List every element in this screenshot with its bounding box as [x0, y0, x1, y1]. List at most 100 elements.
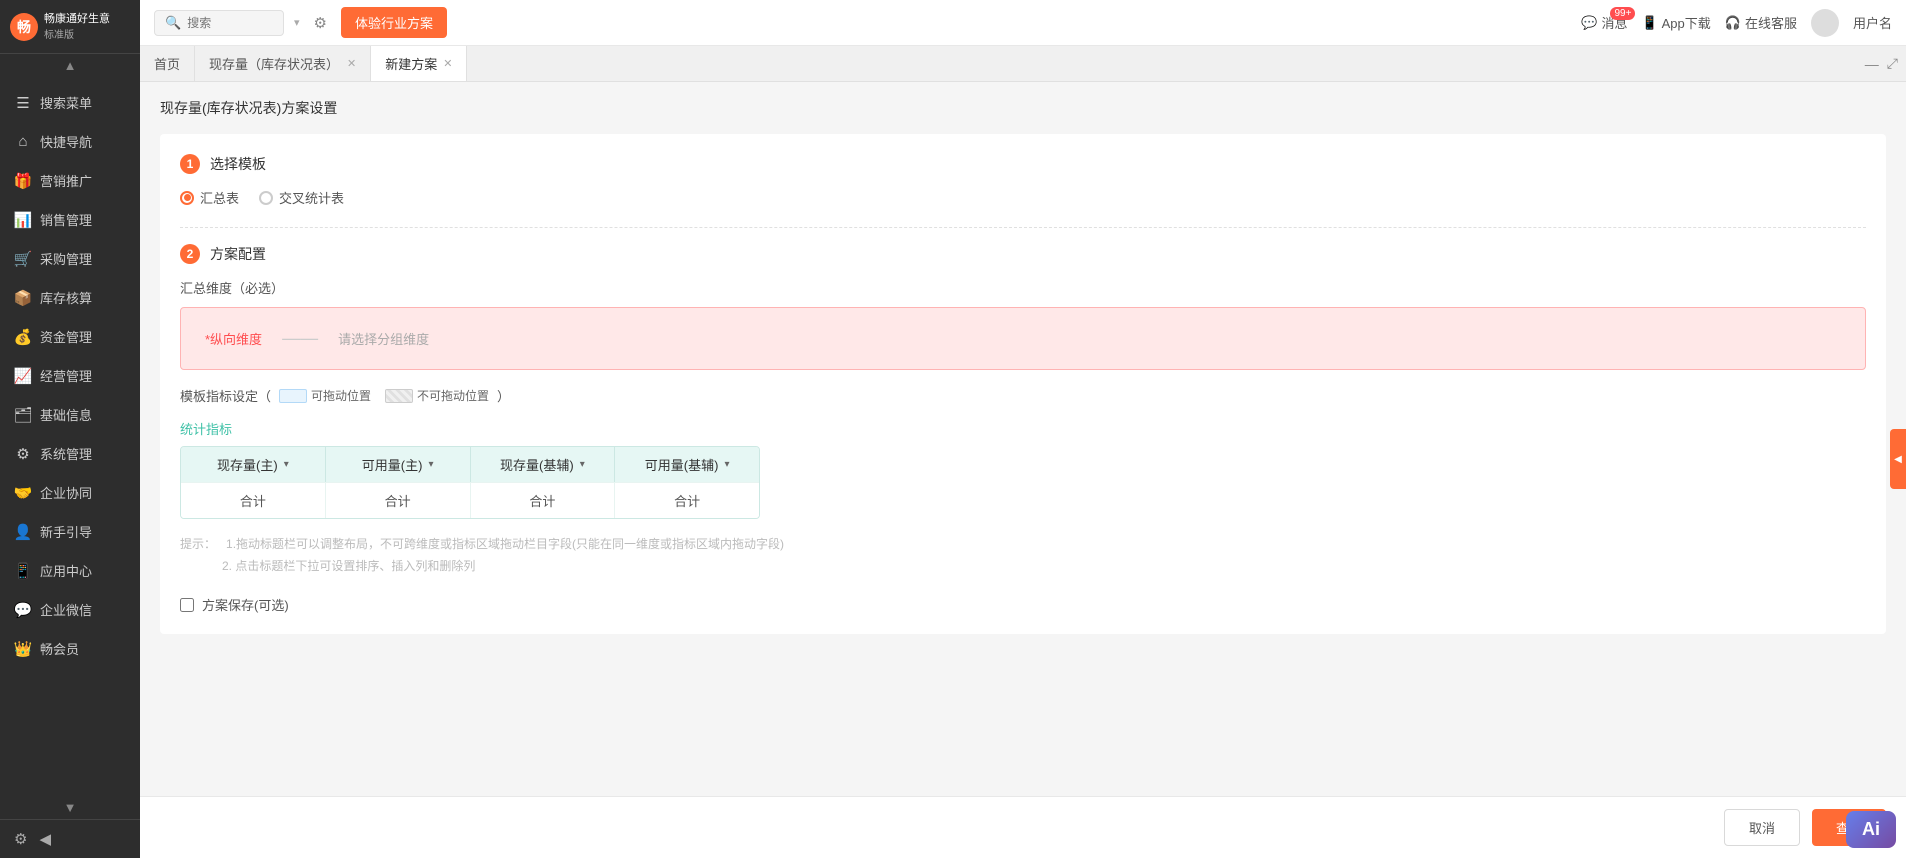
- inventory-icon: 📦: [14, 289, 32, 307]
- radio-summary-label: 汇总表: [200, 188, 239, 207]
- stats-col-3-chevron: ▾: [580, 459, 585, 470]
- stats-col-1[interactable]: 现存量(主) ▾: [181, 447, 326, 482]
- sidebar-item-member[interactable]: 👑 畅会员: [0, 629, 140, 668]
- step1-header: 1 选择模板: [180, 154, 1866, 174]
- tab-new-scheme[interactable]: 新建方案 ✕: [371, 46, 467, 81]
- sidebar-item-label: 营销推广: [40, 171, 92, 190]
- app-version: 标准版: [44, 26, 110, 41]
- message-badge: 99+: [1610, 7, 1635, 20]
- sidebar-item-quick-nav[interactable]: ⌂ 快捷导航: [0, 122, 140, 161]
- save-checkbox[interactable]: [180, 598, 194, 612]
- search-input[interactable]: [187, 16, 267, 30]
- avatar[interactable]: [1811, 9, 1839, 37]
- sidebar-item-cooperation[interactable]: 🤝 企业协同: [0, 473, 140, 512]
- tab-inventory-close-icon[interactable]: ✕: [347, 57, 356, 70]
- search-chevron-icon[interactable]: ▾: [294, 16, 300, 29]
- trial-btn[interactable]: 体验行业方案: [341, 7, 447, 38]
- settings-panel: 1 选择模板 汇总表 交叉统计表: [160, 134, 1886, 634]
- ai-badge[interactable]: Ai: [1846, 811, 1896, 848]
- toggle-draggable: 可拖动位置: [279, 387, 371, 404]
- sidebar-item-inventory[interactable]: 📦 库存核算: [0, 278, 140, 317]
- non-draggable-swatch: [385, 389, 413, 403]
- logo-icon: 畅: [10, 13, 38, 41]
- stats-col-4[interactable]: 可用量(基辅) ▾: [615, 447, 759, 482]
- tab-home[interactable]: 首页: [140, 46, 195, 81]
- app-center-icon: 📱: [14, 562, 32, 580]
- sidebar-item-label: 企业协同: [40, 483, 92, 502]
- dimension-box: *纵向维度 —— 请选择分组维度: [180, 307, 1866, 370]
- sidebar-item-label: 基础信息: [40, 405, 92, 424]
- content-area: 现存量(库存状况表)方案设置 1 选择模板 汇总表: [140, 82, 1906, 796]
- service-icon: 🎧: [1725, 15, 1741, 31]
- radio-cross[interactable]: 交叉统计表: [259, 188, 344, 207]
- sidebar-item-label: 应用中心: [40, 561, 92, 580]
- radio-summary[interactable]: 汇总表: [180, 188, 239, 207]
- save-section: 方案保存(可选): [180, 595, 1866, 614]
- marketing-icon: 🎁: [14, 172, 32, 190]
- radio-summary-circle: [180, 191, 194, 205]
- sidebar-item-sales[interactable]: 📊 销售管理: [0, 200, 140, 239]
- sidebar-item-enterprise-wechat[interactable]: 💬 企业微信: [0, 590, 140, 629]
- radio-cross-circle: [259, 191, 273, 205]
- settings-footer-btn[interactable]: ⚙: [14, 830, 27, 848]
- sidebar-item-marketing[interactable]: 🎁 营销推广: [0, 161, 140, 200]
- sidebar-item-operations[interactable]: 📈 经营管理: [0, 356, 140, 395]
- save-label: 方案保存(可选): [202, 595, 289, 614]
- stats-col-1-chevron: ▾: [284, 459, 289, 470]
- main-area: 🔍 ▾ ⚙ 体验行业方案 💬 消息 99+ 📱 App下载 🎧 在线客服 用户名: [140, 0, 1906, 858]
- sidebar-scroll-down[interactable]: ▼: [0, 796, 140, 819]
- message-icon: 💬: [1581, 15, 1597, 31]
- settings-gear-icon[interactable]: ⚙: [314, 14, 327, 32]
- stats-col-2[interactable]: 可用量(主) ▾: [326, 447, 471, 482]
- step1-number: 1: [180, 154, 200, 174]
- tab-new-scheme-close-icon[interactable]: ✕: [443, 57, 452, 70]
- search-box[interactable]: 🔍: [154, 10, 284, 36]
- toggle-box: 可拖动位置 不可拖动位置: [279, 387, 489, 404]
- indicator-config: 模板指标设定（ 可拖动位置 不可拖动位置: [180, 386, 1866, 575]
- sidebar-item-label: 销售管理: [40, 210, 92, 229]
- service-btn[interactable]: 🎧 在线客服: [1725, 13, 1797, 32]
- sidebar-item-system[interactable]: ⚙ 系统管理: [0, 434, 140, 473]
- operations-icon: 📈: [14, 367, 32, 385]
- sidebar-item-label: 畅会员: [40, 639, 79, 658]
- sales-icon: 📊: [14, 211, 32, 229]
- radio-cross-label: 交叉统计表: [279, 188, 344, 207]
- sidebar-item-label: 库存核算: [40, 288, 92, 307]
- stats-col-3-label: 现存量(基辅): [500, 455, 574, 474]
- stats-section: 统计指标 现存量(主) ▾ 可用量(主) ▾: [180, 419, 1866, 519]
- enterprise-wechat-icon: 💬: [14, 601, 32, 619]
- sidebar-nav: ☰ 搜索菜单 ⌂ 快捷导航 🎁 营销推广 📊 销售管理 🛒 采购管理 📦 库存核…: [0, 77, 140, 796]
- sidebar-item-new-guide[interactable]: 👤 新手引导: [0, 512, 140, 551]
- step2-label: 方案配置: [210, 244, 266, 264]
- stats-data-4: 合计: [615, 483, 759, 518]
- collapse-footer-btn[interactable]: ◀: [39, 830, 51, 848]
- sidebar-footer: ⚙ ◀: [0, 819, 140, 858]
- app-download-btn[interactable]: 📱 App下载: [1641, 13, 1710, 32]
- tip-1: 提示： 1.拖动标题栏可以调整布局，不可跨维度或指标区域拖动栏目字段(只能在同一…: [180, 535, 1866, 553]
- sidebar-item-app-center[interactable]: 📱 应用中心: [0, 551, 140, 590]
- right-panel-btn[interactable]: ◀: [1890, 429, 1906, 489]
- sidebar-item-label: 采购管理: [40, 249, 92, 268]
- sidebar-scroll-up[interactable]: ▲: [0, 54, 140, 77]
- sidebar-item-label: 系统管理: [40, 444, 92, 463]
- tips-section: 提示： 1.拖动标题栏可以调整布局，不可跨维度或指标区域拖动栏目字段(只能在同一…: [180, 535, 1866, 575]
- dimension-title: 汇总维度（必选）: [180, 278, 1866, 297]
- stats-col-2-chevron: ▾: [428, 459, 433, 470]
- message-btn[interactable]: 💬 消息 99+: [1581, 13, 1627, 32]
- stats-table: 现存量(主) ▾ 可用量(主) ▾ 现存量(基辅): [180, 446, 760, 519]
- sidebar-item-purchase[interactable]: 🛒 采购管理: [0, 239, 140, 278]
- sidebar-item-basic-info[interactable]: 🗂 基础信息: [0, 395, 140, 434]
- sidebar-item-finance[interactable]: 💰 资金管理: [0, 317, 140, 356]
- tab-minimize-icon[interactable]: —: [1865, 56, 1879, 72]
- tab-inventory-status[interactable]: 现存量（库存状况表） ✕: [195, 46, 371, 81]
- dim-required-label: *纵向维度: [205, 329, 262, 348]
- topbar-right: 💬 消息 99+ 📱 App下载 🎧 在线客服 用户名: [1581, 9, 1892, 37]
- tab-expand-icon[interactable]: ⤢: [1887, 55, 1898, 72]
- stats-col-3[interactable]: 现存量(基辅) ▾: [471, 447, 616, 482]
- sidebar-item-label: 企业微信: [40, 600, 92, 619]
- sidebar-item-search-menu[interactable]: ☰ 搜索菜单: [0, 83, 140, 122]
- username[interactable]: 用户名: [1853, 13, 1892, 32]
- stats-col-4-chevron: ▾: [724, 459, 729, 470]
- step-divider: [180, 227, 1866, 228]
- cancel-button[interactable]: 取消: [1724, 809, 1800, 846]
